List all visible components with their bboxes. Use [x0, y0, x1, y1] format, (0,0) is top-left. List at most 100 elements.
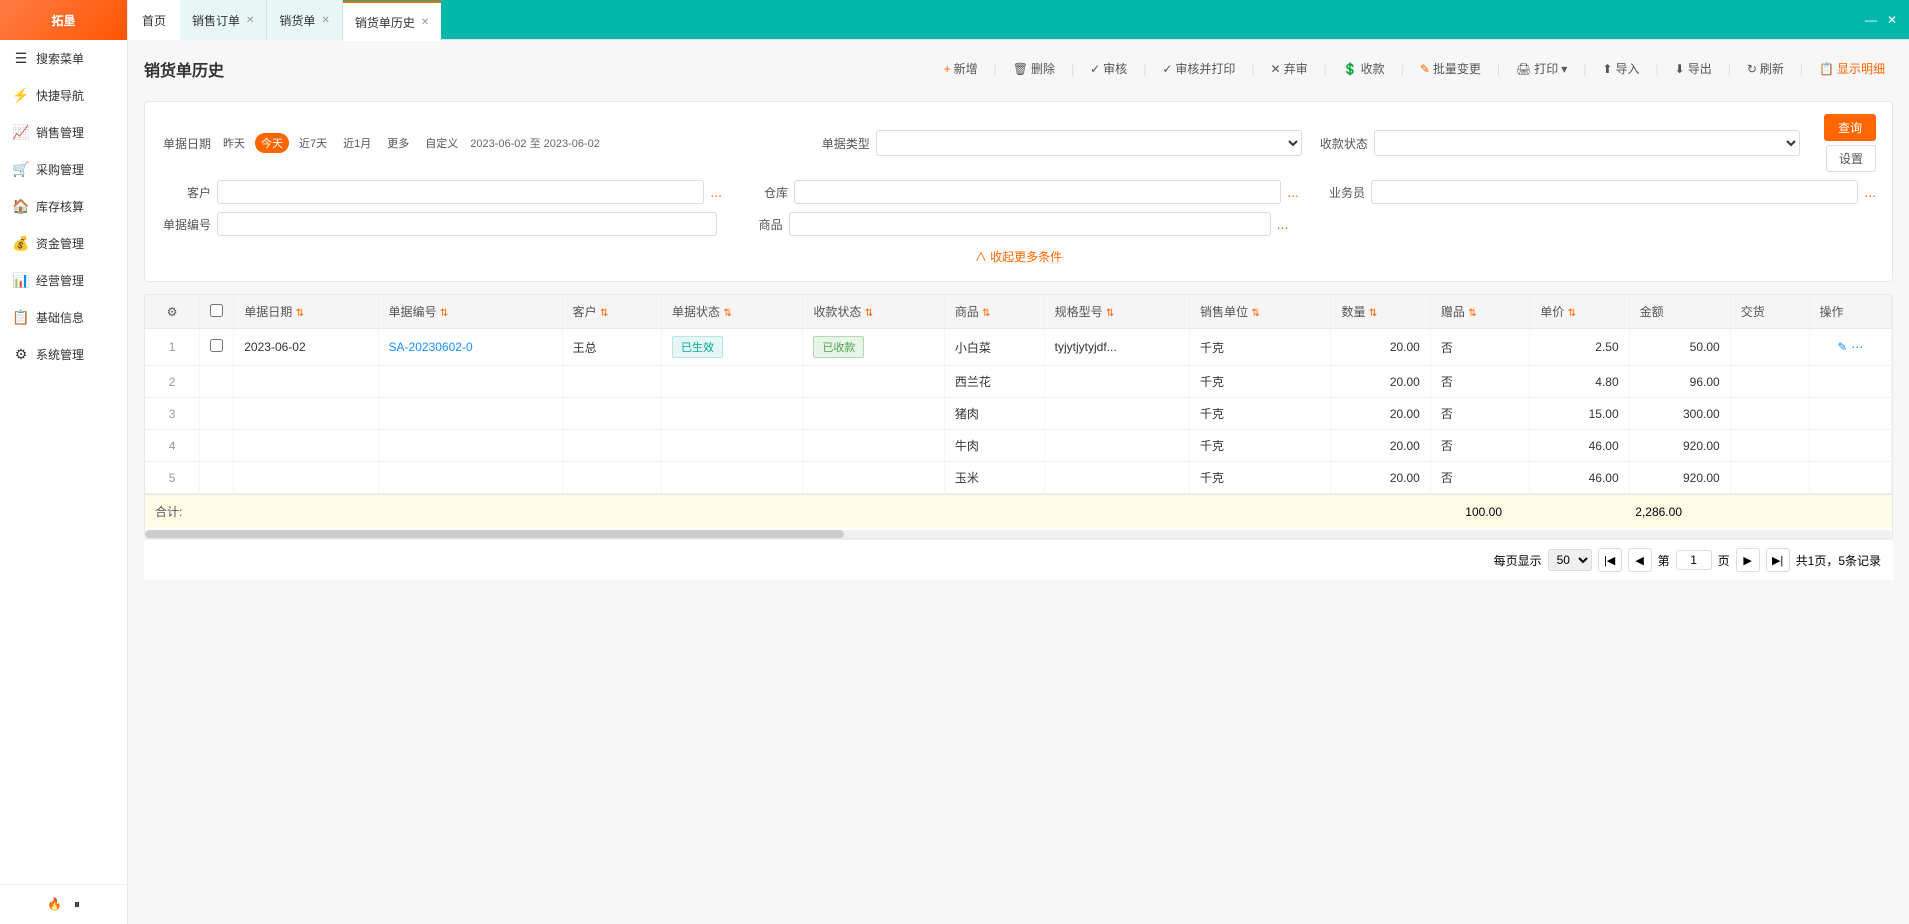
sidebar: 拓垦 ☰ 搜索菜单 ⚡ 快捷导航 📈 销售管理 🛒 采购管理 🏠 库存核算 💰 …	[0, 0, 128, 924]
date-group: 昨天 今天 近7天 近1月 更多 自定义	[217, 133, 464, 153]
row-doc-no[interactable]	[378, 366, 562, 398]
payment-status-select[interactable]	[1374, 130, 1800, 156]
sidebar-item-quick-nav[interactable]: ⚡ 快捷导航	[0, 77, 127, 114]
column-payment-status[interactable]: 收款状态 ⇅	[803, 295, 944, 329]
print-dropdown-arrow: ▾	[1561, 62, 1567, 76]
sidebar-item-inventory[interactable]: 🏠 库存核算	[0, 188, 127, 225]
fire-icon[interactable]: 🔥	[47, 897, 62, 912]
row-action	[1809, 430, 1891, 462]
sidebar-item-label: 经营管理	[36, 272, 84, 289]
column-date[interactable]: 单据日期 ⇅	[234, 295, 378, 329]
table-row: 4 牛肉 千克 20.00 否 46.00 920.00	[145, 430, 1892, 462]
column-spec[interactable]: 规格型号 ⇅	[1044, 295, 1189, 329]
last-page-button[interactable]: ▶|	[1766, 548, 1790, 572]
tab-close-sales-goods[interactable]: ✕	[321, 15, 329, 26]
column-qty[interactable]: 数量 ⇅	[1331, 295, 1430, 329]
salesperson-input[interactable]	[1371, 180, 1858, 204]
salesperson-picker[interactable]: ...	[1864, 184, 1876, 200]
row-checkbox[interactable]	[210, 339, 223, 352]
table-row: 1 2023-06-02 SA-20230602-0 王总 已生效 已收款 小白…	[145, 329, 1892, 366]
row-doc-no[interactable]	[378, 430, 562, 462]
goods-picker[interactable]: ...	[1277, 216, 1289, 232]
row-index: 3	[145, 398, 200, 430]
column-unit[interactable]: 销售单位 ⇅	[1190, 295, 1331, 329]
page-input[interactable]	[1676, 550, 1712, 570]
more-action[interactable]: ⋯	[1851, 340, 1863, 354]
window-minimize[interactable]: —	[1865, 13, 1877, 27]
first-page-button[interactable]: |◀	[1598, 548, 1622, 572]
sidebar-item-label: 采购管理	[36, 161, 84, 178]
row-doc-status	[661, 430, 802, 462]
delete-button[interactable]: 🗑 删除	[1005, 56, 1063, 81]
column-doc-status[interactable]: 单据状态 ⇅	[661, 295, 802, 329]
row-doc-no[interactable]: SA-20230602-0	[378, 329, 562, 366]
new-button[interactable]: + 新增	[936, 56, 986, 81]
date-yesterday[interactable]: 昨天	[217, 133, 251, 153]
warehouse-input[interactable]	[794, 180, 1281, 204]
column-goods[interactable]: 商品 ⇅	[944, 295, 1044, 329]
tab-sales-history[interactable]: 销货单历史 ✕	[343, 1, 441, 41]
warehouse-picker[interactable]: ...	[1287, 184, 1299, 200]
column-settings[interactable]: ⚙	[145, 295, 200, 329]
setting-button[interactable]: 设置	[1826, 145, 1876, 172]
horizontal-scrollbar[interactable]	[145, 530, 1892, 538]
total-records: 共1页，5条记录	[1796, 552, 1881, 569]
customer-picker[interactable]: ...	[710, 184, 722, 200]
review-button[interactable]: ✓ 审核	[1082, 56, 1135, 81]
refresh-button[interactable]: ↻ 刷新	[1739, 56, 1792, 81]
print-button[interactable]: 🖨 打印 ▾	[1508, 56, 1575, 81]
collect-button[interactable]: 💲 收款	[1335, 56, 1393, 81]
column-doc-no[interactable]: 单据编号 ⇅	[378, 295, 562, 329]
customer-input[interactable]	[217, 180, 704, 204]
row-doc-no[interactable]	[378, 398, 562, 430]
sidebar-item-basic-info[interactable]: 📋 基础信息	[0, 299, 127, 336]
tab-close-sales-history[interactable]: ✕	[421, 17, 429, 28]
date-1month[interactable]: 近1月	[337, 133, 377, 153]
per-page-select[interactable]: 50	[1548, 549, 1592, 571]
edit-action[interactable]: ✎	[1837, 340, 1847, 354]
select-all-checkbox[interactable]	[210, 304, 223, 317]
next-page-button[interactable]: ▶	[1736, 548, 1760, 572]
sidebar-item-search-menu[interactable]: ☰ 搜索菜单	[0, 40, 127, 77]
date-7days[interactable]: 近7天	[293, 133, 333, 153]
row-price: 2.50	[1530, 329, 1629, 366]
export-button[interactable]: ⬇ 导出	[1667, 56, 1720, 81]
type-select[interactable]	[876, 130, 1302, 156]
import-button[interactable]: ⬆ 导入	[1594, 56, 1647, 81]
filter-date: 单据日期 昨天 今天 近7天 近1月 更多 自定义 2023-06-02 至 2…	[161, 133, 804, 153]
batch-change-button[interactable]: ✎ 批量变更	[1412, 56, 1489, 81]
pause-icon[interactable]: ⏸	[74, 897, 80, 912]
window-close[interactable]: ✕	[1887, 13, 1897, 27]
goods-input[interactable]	[789, 212, 1271, 236]
sidebar-item-finance[interactable]: 💰 资金管理	[0, 225, 127, 262]
sidebar-item-operations[interactable]: 📊 经营管理	[0, 262, 127, 299]
tab-close-sales-order[interactable]: ✕	[246, 15, 254, 26]
abandon-button[interactable]: ✕ 弃审	[1263, 56, 1316, 81]
column-price[interactable]: 单价 ⇅	[1530, 295, 1629, 329]
review-print-button[interactable]: ✓ 审核并打印	[1154, 56, 1243, 81]
column-customer[interactable]: 客户 ⇅	[562, 295, 661, 329]
show-detail-button[interactable]: 📋 显示明细	[1811, 56, 1893, 81]
tab-sales-goods[interactable]: 销货单 ✕	[267, 0, 342, 40]
tab-home[interactable]: 首页	[128, 0, 180, 40]
query-button[interactable]: 查询	[1824, 114, 1876, 141]
scrollbar-thumb[interactable]	[145, 530, 844, 538]
row-doc-no[interactable]	[378, 462, 562, 494]
payment-status-label: 收款状态	[1318, 135, 1368, 152]
date-today[interactable]: 今天	[255, 133, 289, 153]
doc-no-input[interactable]	[217, 212, 717, 236]
doc-status-badge: 已生效	[672, 336, 723, 358]
row-unit: 千克	[1190, 430, 1331, 462]
column-gift[interactable]: 赠品 ⇅	[1430, 295, 1529, 329]
unit-sort-icon: ⇅	[1251, 308, 1259, 319]
filter-collapse[interactable]: ∧ 收起更多条件	[161, 244, 1876, 269]
date-more[interactable]: 更多	[381, 133, 415, 153]
sidebar-item-sales-mgmt[interactable]: 📈 销售管理	[0, 114, 127, 151]
tab-sales-order[interactable]: 销售订单 ✕	[180, 0, 267, 40]
sidebar-item-purchase-mgmt[interactable]: 🛒 采购管理	[0, 151, 127, 188]
sidebar-item-label: 资金管理	[36, 235, 84, 252]
sidebar-item-system-mgmt[interactable]: ⚙ 系统管理	[0, 336, 127, 373]
prev-page-button[interactable]: ◀	[1628, 548, 1652, 572]
row-customer	[562, 398, 661, 430]
date-custom[interactable]: 自定义	[419, 133, 464, 153]
